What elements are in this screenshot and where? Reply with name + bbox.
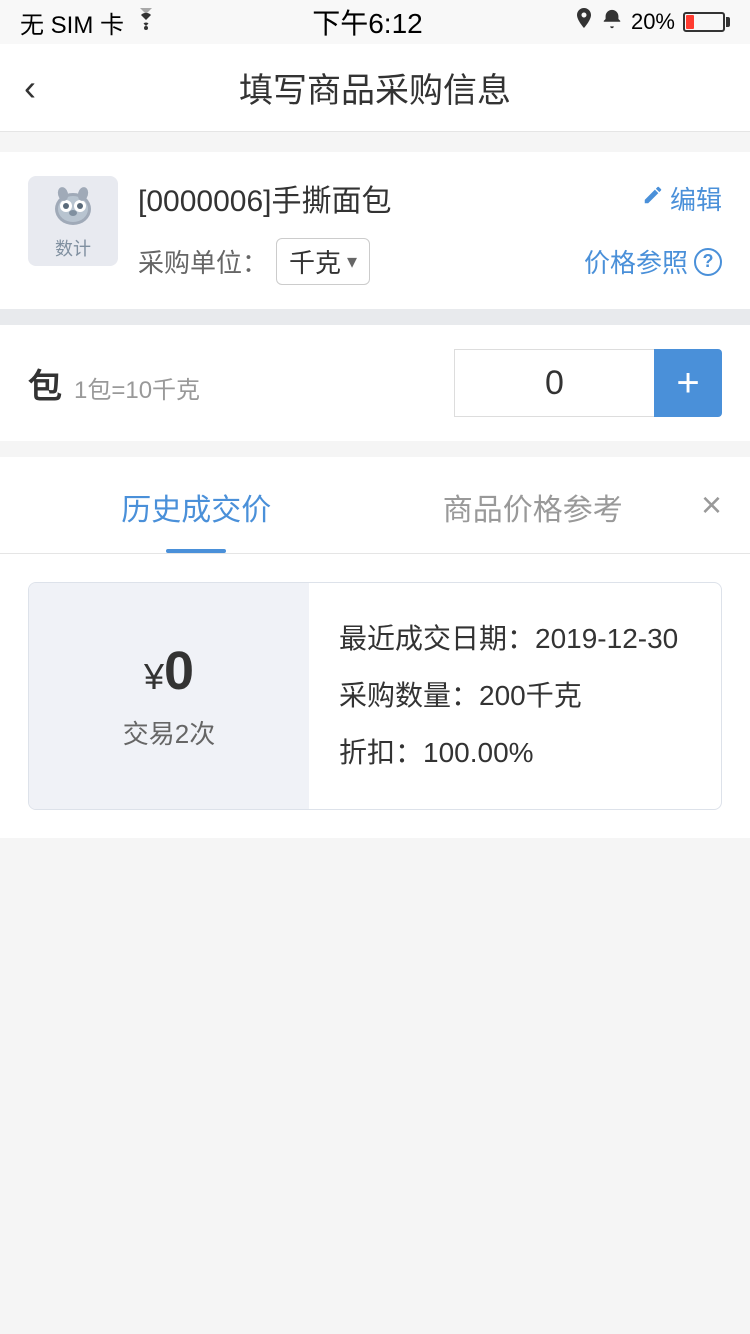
status-bar: 无 SIM 卡 下午6:12 20% bbox=[0, 0, 750, 44]
price-reference-button[interactable]: 价格参照 ? bbox=[584, 243, 722, 280]
recent-date-value: 2019-12-30 bbox=[535, 623, 678, 654]
quantity-row: 包 1包=10千克 + bbox=[0, 325, 750, 441]
unit-row: 采购单位： 千克 ▾ 价格参照 ? bbox=[138, 238, 722, 285]
recent-date-row: 最近成交日期：2019-12-30 bbox=[339, 619, 691, 658]
close-tab-button[interactable]: × bbox=[701, 468, 722, 542]
quantity-input[interactable] bbox=[454, 349, 654, 417]
tab-price-ref-label: 商品价格参考 bbox=[443, 494, 623, 527]
quantity-conversion: 1包=10千克 bbox=[74, 370, 200, 405]
purchase-qty-label: 采购数量： bbox=[339, 680, 479, 711]
tab-history-price[interactable]: 历史成交价 bbox=[28, 457, 364, 553]
section-divider bbox=[0, 309, 750, 325]
help-icon: ? bbox=[694, 248, 722, 276]
status-time: 下午6:12 bbox=[312, 2, 423, 42]
purchase-qty-row: 采购数量：200千克 bbox=[339, 676, 691, 715]
trade-count: 交易2次 bbox=[123, 714, 215, 751]
tabs-panel: 历史成交价 商品价格参考 × ¥0 交易2次 最近成交日期：2019-12-30… bbox=[0, 457, 750, 838]
nav-bar: ‹ 填写商品采购信息 bbox=[0, 44, 750, 132]
edit-icon bbox=[642, 184, 664, 213]
product-logo-text: 数计 bbox=[55, 235, 91, 261]
quantity-plus-button[interactable]: + bbox=[654, 349, 722, 417]
unit-label: 采购单位： bbox=[138, 243, 268, 280]
status-left: 无 SIM 卡 bbox=[20, 5, 160, 40]
tab-price-reference[interactable]: 商品价格参考 bbox=[364, 457, 700, 553]
carrier-text: 无 SIM 卡 bbox=[20, 5, 124, 40]
discount-value: 100.00% bbox=[423, 737, 534, 768]
tab-underline bbox=[166, 549, 226, 553]
purchase-qty-value: 200千克 bbox=[479, 680, 582, 711]
price-card: ¥0 交易2次 最近成交日期：2019-12-30 采购数量：200千克 折扣：… bbox=[28, 582, 722, 810]
product-thumbnail: 数计 bbox=[28, 176, 118, 266]
product-title: 手撕面包 bbox=[271, 185, 391, 218]
discount-label: 折扣： bbox=[339, 737, 423, 768]
currency-symbol: ¥ bbox=[144, 656, 164, 697]
price-details: 最近成交日期：2019-12-30 采购数量：200千克 折扣：100.00% bbox=[309, 583, 721, 809]
product-id: [0000006] bbox=[138, 185, 271, 218]
quantity-input-group: + bbox=[454, 349, 722, 417]
discount-row: 折扣：100.00% bbox=[339, 733, 691, 772]
edit-button[interactable]: 编辑 bbox=[642, 180, 722, 217]
unit-select[interactable]: 千克 ▾ bbox=[276, 238, 370, 285]
quantity-label: 包 1包=10千克 bbox=[28, 359, 200, 408]
price-amount: ¥0 bbox=[144, 640, 194, 702]
quantity-unit: 包 bbox=[28, 359, 62, 408]
alarm-icon bbox=[601, 8, 623, 36]
unit-value: 千克 bbox=[289, 243, 341, 280]
product-name-row: [0000006]手撕面包 编辑 bbox=[138, 176, 722, 220]
battery-percentage: 20% bbox=[631, 9, 675, 35]
chevron-down-icon: ▾ bbox=[347, 249, 357, 274]
product-name: [0000006]手撕面包 bbox=[138, 176, 391, 220]
price-ref-label: 价格参照 bbox=[584, 243, 688, 280]
history-price-content: ¥0 交易2次 最近成交日期：2019-12-30 采购数量：200千克 折扣：… bbox=[0, 554, 750, 838]
product-card: 数计 [0000006]手撕面包 编辑 采购单位： 千克 ▾ bbox=[0, 152, 750, 309]
tabs-header: 历史成交价 商品价格参考 × bbox=[0, 457, 750, 554]
page-title: 填写商品采购信息 bbox=[239, 63, 511, 112]
price-summary: ¥0 交易2次 bbox=[29, 583, 309, 809]
wifi-icon bbox=[132, 8, 160, 37]
product-details: [0000006]手撕面包 编辑 采购单位： 千克 ▾ 价格参照 bbox=[138, 176, 722, 285]
edit-label: 编辑 bbox=[670, 180, 722, 217]
battery-icon bbox=[683, 12, 730, 32]
location-icon bbox=[575, 8, 593, 36]
status-right: 20% bbox=[575, 8, 730, 36]
tab-history-label: 历史成交价 bbox=[121, 494, 271, 527]
recent-date-label: 最近成交日期： bbox=[339, 623, 535, 654]
back-button[interactable]: ‹ bbox=[24, 67, 36, 109]
price-value: 0 bbox=[164, 641, 194, 701]
